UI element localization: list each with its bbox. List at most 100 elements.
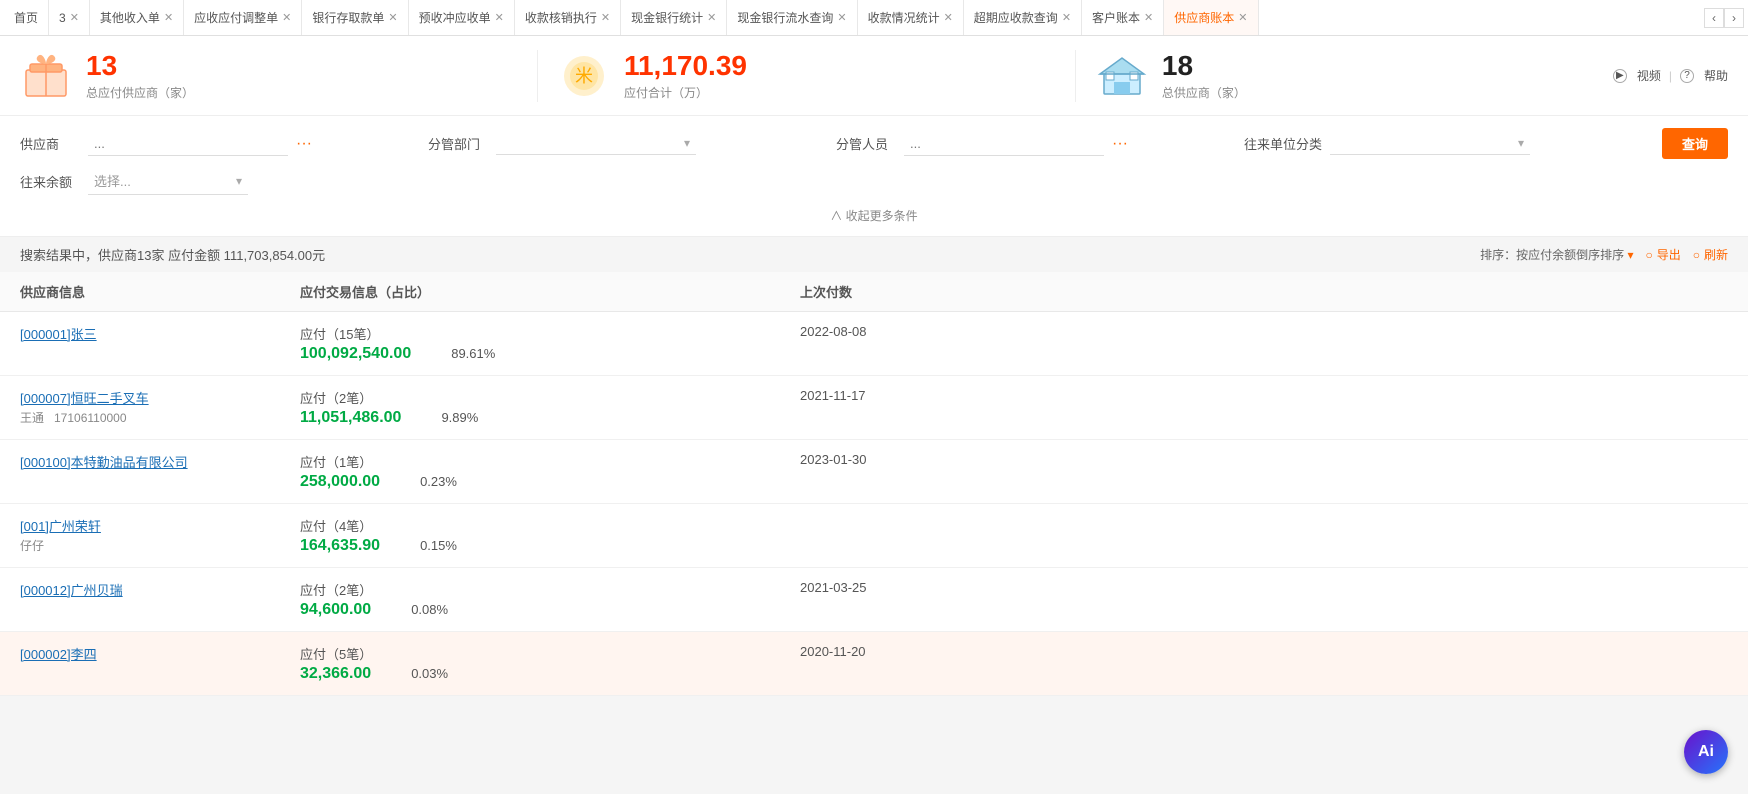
results-bar: 搜索结果中，供应商13家 应付金额 111,703,854.00元 排序：按应付… bbox=[0, 237, 1748, 272]
tab-3-close[interactable]: ✕ bbox=[70, 11, 79, 24]
dept-dropdown[interactable] bbox=[496, 132, 696, 155]
transaction-pct-5: 0.08% bbox=[411, 602, 448, 617]
transaction-amount-5[interactable]: 94,600.00 bbox=[300, 601, 371, 619]
filter-category: 往来单位分类 bbox=[1244, 132, 1652, 155]
nav-tab-supplier-ledger[interactable]: 供应商账本 ✕ bbox=[1164, 0, 1258, 36]
supplier-link-3[interactable]: [000100]本特勤油品有限公司 bbox=[20, 452, 300, 471]
collapse-bar[interactable]: ∧ 收起更多条件 bbox=[20, 203, 1728, 228]
bank-deposit-close[interactable]: ✕ bbox=[388, 11, 397, 24]
person-input[interactable] bbox=[904, 132, 1104, 156]
overdue-close[interactable]: ✕ bbox=[1062, 11, 1071, 24]
ai-badge[interactable]: Ai bbox=[1684, 730, 1728, 774]
last-pay-cell-1: 2022-08-08 bbox=[800, 324, 1728, 339]
video-link[interactable]: 视频 bbox=[1637, 67, 1661, 84]
transaction-amount-1[interactable]: 100,092,540.00 bbox=[300, 345, 411, 363]
balance-dropdown-text: 选择... bbox=[94, 171, 131, 190]
collect-stats-label: 收款情况统计 bbox=[868, 9, 940, 26]
prepay-close[interactable]: ✕ bbox=[495, 11, 504, 24]
nav-next-button[interactable]: › bbox=[1724, 8, 1744, 28]
table-row: [000001]张三 应付（15笔） 100,092,540.00 89.61%… bbox=[0, 312, 1748, 376]
adjustment-label: 应收应付调整单 bbox=[194, 9, 278, 26]
supplier-ledger-close[interactable]: ✕ bbox=[1238, 11, 1247, 24]
nav-tab-other-income[interactable]: 其他收入单 ✕ bbox=[90, 0, 184, 36]
gift-box-icon bbox=[20, 50, 72, 102]
transaction-amount-3[interactable]: 258,000.00 bbox=[300, 473, 380, 491]
person-search-dots[interactable]: ··· bbox=[1112, 135, 1128, 153]
category-dropdown[interactable] bbox=[1330, 132, 1530, 155]
cash-stats-close[interactable]: ✕ bbox=[707, 11, 716, 24]
nav-tab-customer-ledger[interactable]: 客户账本 ✕ bbox=[1082, 0, 1164, 36]
filter-dept: 分管部门 bbox=[428, 132, 836, 155]
balance-dropdown[interactable]: 选择... bbox=[88, 167, 248, 195]
refresh-action[interactable]: ○ 刷新 bbox=[1693, 246, 1728, 263]
nav-tab-collect-stats[interactable]: 收款情况统计 ✕ bbox=[858, 0, 964, 36]
prepay-label: 预收冲应收单 bbox=[419, 9, 491, 26]
nav-prev-button[interactable]: ‹ bbox=[1704, 8, 1724, 28]
supplier-cell-3: [000100]本特勤油品有限公司 bbox=[20, 452, 300, 471]
nav-tab-collection[interactable]: 收款核销执行 ✕ bbox=[515, 0, 621, 36]
search-button[interactable]: 查询 bbox=[1662, 128, 1728, 159]
nav-tab-overdue[interactable]: 超期应收款查询 ✕ bbox=[964, 0, 1082, 36]
nav-tab-bank-deposit[interactable]: 银行存取款单 ✕ bbox=[302, 0, 408, 36]
transaction-amount-6[interactable]: 32,366.00 bbox=[300, 665, 371, 683]
supplier-sub-4: 仔仔 bbox=[20, 537, 300, 554]
supplier-link-4[interactable]: [001]广州荣轩 bbox=[20, 516, 300, 535]
stat-label-payable-amount: 应付合计（万） bbox=[624, 84, 747, 101]
transaction-cell-1: 应付（15笔） 100,092,540.00 89.61% bbox=[300, 324, 800, 363]
transaction-label-6: 应付（5笔） bbox=[300, 644, 800, 663]
col-header-last-pay: 上次付数 bbox=[800, 282, 1728, 301]
stat-label-payable-suppliers: 总应付供应商（家） bbox=[86, 84, 194, 101]
nav-tab-prepay[interactable]: 预收冲应收单 ✕ bbox=[409, 0, 515, 36]
filter-supplier: 供应商 ··· bbox=[20, 132, 428, 156]
collection-close[interactable]: ✕ bbox=[601, 11, 610, 24]
nav-tab-cash-stats[interactable]: 现金银行统计 ✕ bbox=[621, 0, 727, 36]
sort-label[interactable]: 排序：按应付余额倒序排序 ▾ bbox=[1480, 246, 1633, 263]
transaction-amount-4[interactable]: 164,635.90 bbox=[300, 537, 380, 555]
col-header-supplier: 供应商信息 bbox=[20, 282, 300, 301]
help-icon: ? bbox=[1680, 69, 1694, 83]
bank-deposit-label: 银行存取款单 bbox=[312, 9, 384, 26]
last-pay-date-3: 2023-01-30 bbox=[800, 452, 1728, 467]
nav-tab-bank-flow[interactable]: 现金银行流水查询 ✕ bbox=[727, 0, 857, 36]
supplier-input[interactable] bbox=[88, 132, 288, 156]
table-row: [000100]本特勤油品有限公司 应付（1笔） 258,000.00 0.23… bbox=[0, 440, 1748, 504]
transaction-pct-2: 9.89% bbox=[441, 410, 478, 425]
transaction-pct-4: 0.15% bbox=[420, 538, 457, 553]
export-action[interactable]: ○ 导出 bbox=[1645, 246, 1680, 263]
bank-flow-close[interactable]: ✕ bbox=[837, 11, 846, 24]
supplier-link-1[interactable]: [000001]张三 bbox=[20, 324, 300, 343]
supplier-link-5[interactable]: [000012]广州贝瑞 bbox=[20, 580, 300, 599]
supplier-ledger-label: 供应商账本 bbox=[1174, 9, 1234, 26]
stat-number-payable-suppliers: 13 bbox=[86, 50, 194, 82]
col-header-transaction: 应付交易信息（占比） bbox=[300, 282, 800, 301]
filter-person: 分管人员 ··· bbox=[836, 132, 1244, 156]
category-filter-label: 往来单位分类 bbox=[1244, 134, 1322, 153]
supplier-search-dots[interactable]: ··· bbox=[296, 135, 312, 153]
transaction-cell-2: 应付（2笔） 11,051,486.00 9.89% bbox=[300, 388, 800, 427]
transaction-cell-6: 应付（5笔） 32,366.00 0.03% bbox=[300, 644, 800, 683]
export-icon: ○ bbox=[1645, 248, 1652, 262]
nav-tab-adjustment[interactable]: 应收应付调整单 ✕ bbox=[184, 0, 302, 36]
other-income-close[interactable]: ✕ bbox=[164, 11, 173, 24]
supplier-link-6[interactable]: [000002]李四 bbox=[20, 644, 300, 663]
collection-label: 收款核销执行 bbox=[525, 9, 597, 26]
transaction-amount-2[interactable]: 11,051,486.00 bbox=[300, 409, 401, 427]
transaction-pct-3: 0.23% bbox=[420, 474, 457, 489]
last-pay-date-2: 2021-11-17 bbox=[800, 388, 1728, 403]
nav-arrow-area: ‹ › bbox=[1704, 8, 1744, 28]
results-summary: 搜索结果中，供应商13家 应付金额 111,703,854.00元 bbox=[20, 245, 325, 264]
nav-tab-3[interactable]: 3 ✕ bbox=[49, 0, 90, 36]
help-link[interactable]: 帮助 bbox=[1704, 67, 1728, 84]
nav-tab-home[interactable]: 首页 bbox=[4, 0, 49, 36]
supplier-link-2[interactable]: [000007]恒旺二手叉车 bbox=[20, 388, 300, 407]
top-nav: 首页 3 ✕ 其他收入单 ✕ 应收应付调整单 ✕ 银行存取款单 ✕ 预收冲应收单… bbox=[0, 0, 1748, 36]
collect-stats-close[interactable]: ✕ bbox=[944, 11, 953, 24]
customer-ledger-close[interactable]: ✕ bbox=[1144, 11, 1153, 24]
transaction-label-2: 应付（2笔） bbox=[300, 388, 800, 407]
transaction-pct-1: 89.61% bbox=[451, 346, 495, 361]
table-row: [001]广州荣轩 仔仔 应付（4笔） 164,635.90 0.15% bbox=[0, 504, 1748, 568]
table-header: 供应商信息 应付交易信息（占比） 上次付数 bbox=[0, 272, 1748, 312]
stat-block-payable-suppliers: 13 总应付供应商（家） bbox=[20, 50, 538, 102]
balance-filter-label: 往来余额 bbox=[20, 172, 80, 191]
adjustment-close[interactable]: ✕ bbox=[282, 11, 291, 24]
